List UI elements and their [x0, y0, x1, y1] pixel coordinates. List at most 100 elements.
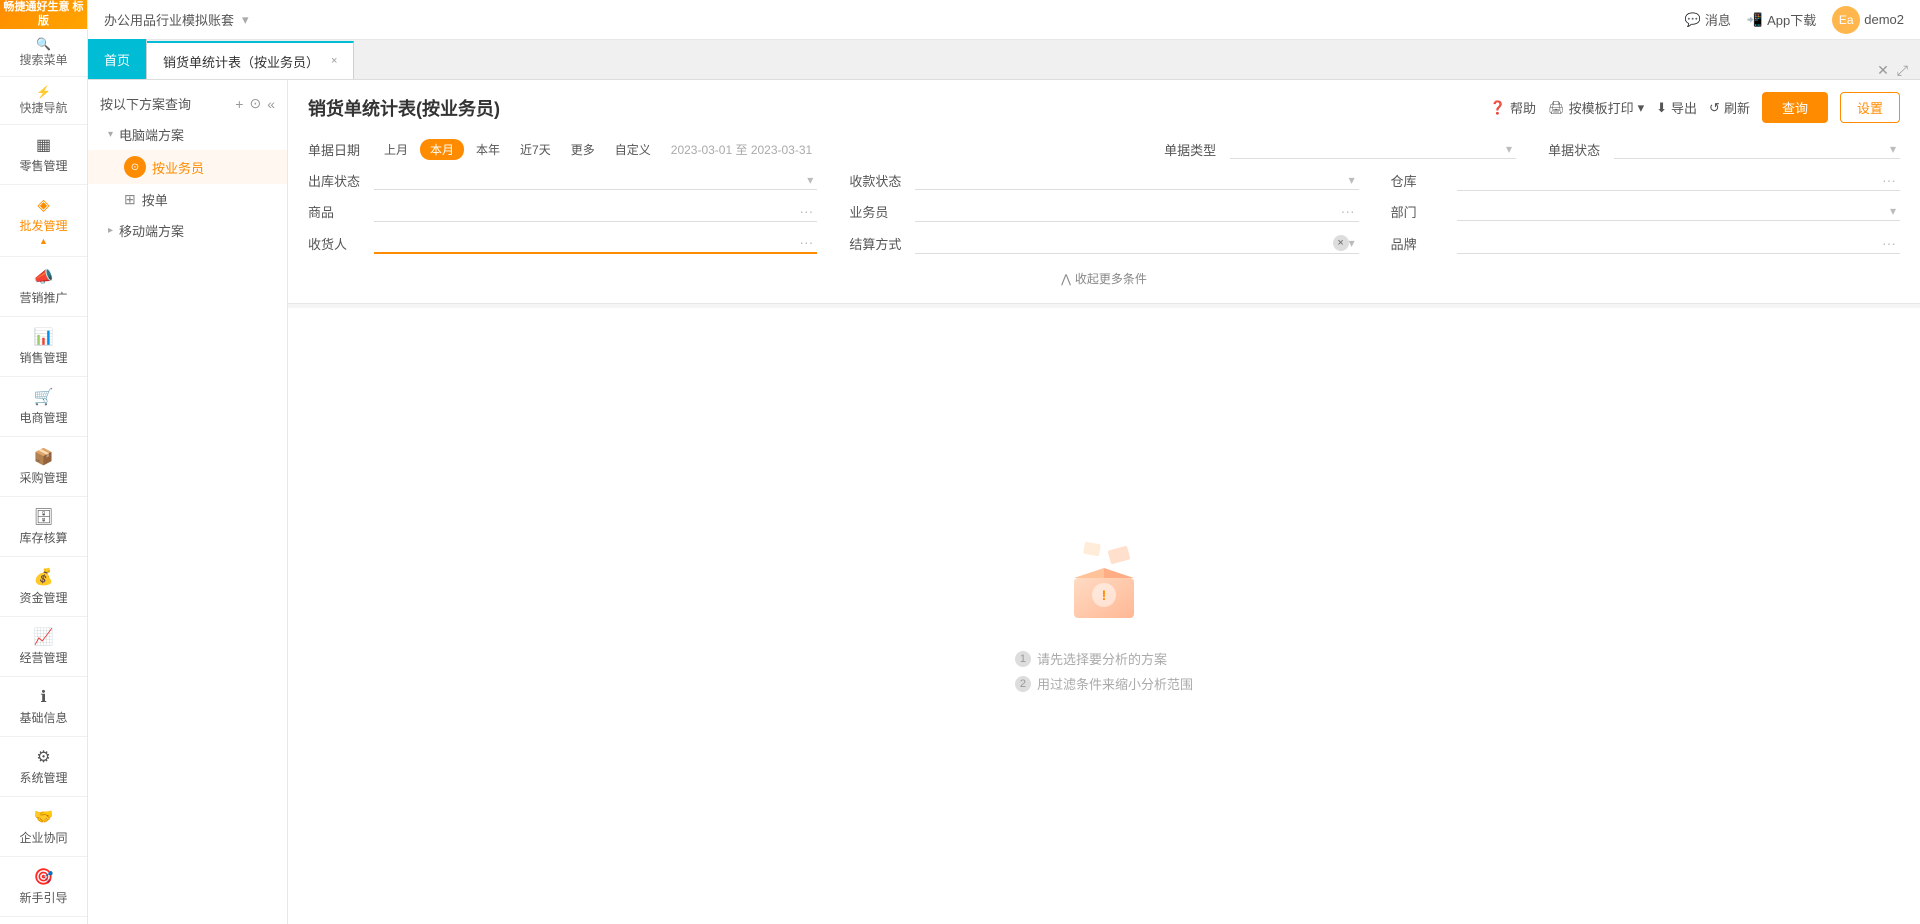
template-print-button[interactable]: 🖨 按模板打印 ▾: [1548, 98, 1644, 117]
user-menu[interactable]: Ea demo2: [1832, 6, 1904, 34]
sidebar-item-sales[interactable]: 📊 销售管理: [0, 317, 87, 376]
sidebar: 畅捷通好生意 标版 🔍 搜索菜单 ⚡ 快捷导航 ▦ 零售管理 ◈ 批发管理 ▲ …: [0, 0, 88, 924]
salesperson-dots-icon[interactable]: ···: [1341, 203, 1355, 219]
sidebar-item-appcenter[interactable]: 📱 应用中心: [0, 917, 87, 924]
payment-status-dropdown-icon[interactable]: ▾: [1349, 173, 1355, 187]
tab-close-button[interactable]: ×: [331, 55, 337, 67]
goods-dots-icon[interactable]: ···: [799, 203, 813, 219]
left-panel: 按以下方案查询 + ⊙ « ▾ 电脑端方案 ⊙ 按业务员: [88, 80, 288, 924]
finance-icon: 💰: [34, 567, 54, 587]
sidebar-logo-text: 畅捷通好生意 标版: [0, 0, 88, 29]
sidebar-item-baseinfo[interactable]: ℹ 基础信息: [0, 677, 87, 736]
messages-button[interactable]: 💬 消息: [1685, 10, 1731, 29]
sidebar-group-finance: 💰 资金管理: [0, 557, 87, 617]
sidebar-item-ecommerce[interactable]: 🛒 电商管理: [0, 377, 87, 436]
filter-area: 单据日期 上月 本月 本年 近7天 更多 自定义 2023-03-01 至 20…: [288, 131, 1920, 304]
app-download-button[interactable]: 📲 App下载: [1747, 10, 1816, 29]
tab-close-window-button[interactable]: ✕: [1877, 62, 1889, 79]
sidebar-group-baseinfo: ℹ 基础信息: [0, 677, 87, 737]
sidebar-item-finance[interactable]: 💰 资金管理: [0, 557, 87, 616]
sidebar-item-system[interactable]: ⚙ 系统管理: [0, 737, 87, 796]
date-tab-last-month[interactable]: 上月: [376, 139, 416, 160]
salesperson-label: 业务员: [849, 202, 909, 221]
salesperson-dot-icon: ⊙: [131, 162, 139, 173]
settings-button[interactable]: 设置: [1840, 92, 1900, 123]
help-button[interactable]: ❓ 帮助: [1490, 98, 1536, 117]
filter-field-payment-status: 收款状态 ▾: [849, 171, 1358, 190]
sidebar-quick-nav-item[interactable]: ⚡ 快捷导航: [0, 77, 87, 125]
main-area: 办公用品行业模拟账套 ▾ 💬 消息 📲 App下载 Ea demo2 首页: [88, 0, 1920, 924]
filter-field-doc-status: 单据状态 ▾: [1548, 140, 1900, 159]
settlement-clear-icon[interactable]: ×: [1333, 235, 1349, 251]
sidebar-group-operations: 📈 经营管理: [0, 617, 87, 677]
tab-sales-stats[interactable]: 销货单统计表（按业务员） ×: [147, 41, 354, 79]
sidebar-search-item[interactable]: 🔍 搜索菜单: [0, 29, 87, 77]
filter-field-salesperson: 业务员 ···: [849, 201, 1358, 222]
salesperson-active-dot: ⊙: [124, 156, 146, 178]
doc-type-dropdown-icon[interactable]: ▾: [1506, 142, 1512, 156]
doc-status-dropdown-icon[interactable]: ▾: [1890, 142, 1896, 156]
sidebar-inventory-label: 库存核算: [19, 529, 67, 546]
help-label: 帮助: [1510, 98, 1536, 117]
sidebar-enterprise-label: 企业协同: [19, 829, 67, 846]
date-tab-7days[interactable]: 近7天: [512, 139, 559, 160]
sidebar-item-retail[interactable]: ▦ 零售管理: [0, 125, 87, 184]
top-header: 办公用品行业模拟账套 ▾ 💬 消息 📲 App下载 Ea demo2: [88, 0, 1920, 40]
page-title-bar: 销货单统计表(按业务员) ❓ 帮助 🖨 按模板打印 ▾ ⬇ 导出: [288, 80, 1920, 131]
sidebar-item-wholesale[interactable]: ◈ 批发管理 ▲: [0, 185, 87, 256]
warehouse-label: 仓库: [1391, 171, 1451, 190]
sidebar-baseinfo-label: 基础信息: [19, 709, 67, 726]
sidebar-logo[interactable]: 畅捷通好生意 标版: [0, 0, 88, 29]
filter-field-doc-type: 单据类型 ▾: [1164, 140, 1516, 159]
sidebar-item-marketing[interactable]: 📣 营销推广: [0, 257, 87, 316]
svg-text:!: !: [1102, 587, 1107, 603]
filter-field-receiver: 收货人 ···: [308, 232, 817, 254]
system-icon: ⚙: [36, 747, 50, 767]
empty-tip-1: 1 请先选择要分析的方案: [1015, 649, 1193, 668]
panel-order-label: 按单: [142, 190, 168, 209]
export-button[interactable]: ⬇ 导出: [1656, 98, 1697, 117]
panel-settings-icon[interactable]: ⊙: [249, 95, 261, 112]
out-status-label: 出库状态: [308, 171, 368, 190]
query-button[interactable]: 查询: [1762, 92, 1828, 123]
date-tab-this-month[interactable]: 本月: [420, 139, 464, 160]
collapse-button[interactable]: ⋀ 收起更多条件: [1061, 270, 1147, 287]
filter-field-warehouse: 仓库 ···: [1391, 170, 1900, 191]
panel-add-icon[interactable]: +: [235, 96, 243, 112]
tab-home[interactable]: 首页: [88, 39, 147, 79]
panel-tree-mobile-root[interactable]: ▸ 移动端方案: [88, 215, 287, 246]
tip-text-2: 用过滤条件来缩小分析范围: [1037, 674, 1193, 693]
print-arrow-icon: ▾: [1638, 100, 1645, 116]
sidebar-item-operations[interactable]: 📈 经营管理: [0, 617, 87, 676]
filter-row-4: 收货人 ··· 结算方式 × ▾: [308, 232, 1900, 254]
out-status-dropdown-icon[interactable]: ▾: [807, 173, 813, 187]
sales-icon: 📊: [34, 327, 54, 347]
receiver-dots-icon[interactable]: ···: [799, 234, 813, 250]
date-tab-more[interactable]: 更多: [563, 139, 603, 160]
sidebar-item-inventory[interactable]: 🗄 库存核算: [0, 497, 87, 556]
tab-maximize-button[interactable]: ⤢: [1897, 62, 1908, 79]
top-nav-dropdown-icon[interactable]: ▾: [242, 12, 249, 28]
payment-status-label: 收款状态: [849, 171, 909, 190]
brand-dots-icon[interactable]: ···: [1882, 235, 1896, 251]
tab-bar: 首页 销货单统计表（按业务员） × ✕ ⤢: [88, 40, 1920, 80]
filter-row-3: 商品 ··· 业务员 ···: [308, 201, 1900, 222]
panel-tree-pc-root[interactable]: ▾ 电脑端方案: [88, 119, 287, 150]
user-name-label: demo2: [1864, 12, 1904, 27]
panel-tree-order[interactable]: ⊞ 按单: [88, 184, 287, 215]
date-tab-custom[interactable]: 自定义: [607, 139, 659, 160]
tip-num-1: 1: [1015, 651, 1031, 667]
refresh-icon: ↺: [1709, 100, 1720, 116]
date-tab-this-year[interactable]: 本年: [468, 139, 508, 160]
warehouse-dots-icon[interactable]: ···: [1882, 172, 1896, 188]
settlement-dropdown-icon[interactable]: ▾: [1349, 236, 1355, 250]
refresh-button[interactable]: ↺ 刷新: [1709, 98, 1750, 117]
sidebar-item-enterprise[interactable]: 🤝 企业协同: [0, 797, 87, 856]
panel-collapse-icon[interactable]: «: [267, 96, 275, 112]
empty-state-icon: !: [1054, 533, 1154, 633]
panel-tree-salesperson[interactable]: ⊙ 按业务员: [88, 150, 287, 184]
sidebar-item-procurement[interactable]: 📦 采购管理: [0, 437, 87, 496]
department-dropdown-icon[interactable]: ▾: [1890, 204, 1896, 218]
sidebar-item-newbie[interactable]: 🎯 新手引导: [0, 857, 87, 916]
panel-salesperson-label: 按业务员: [152, 158, 204, 177]
